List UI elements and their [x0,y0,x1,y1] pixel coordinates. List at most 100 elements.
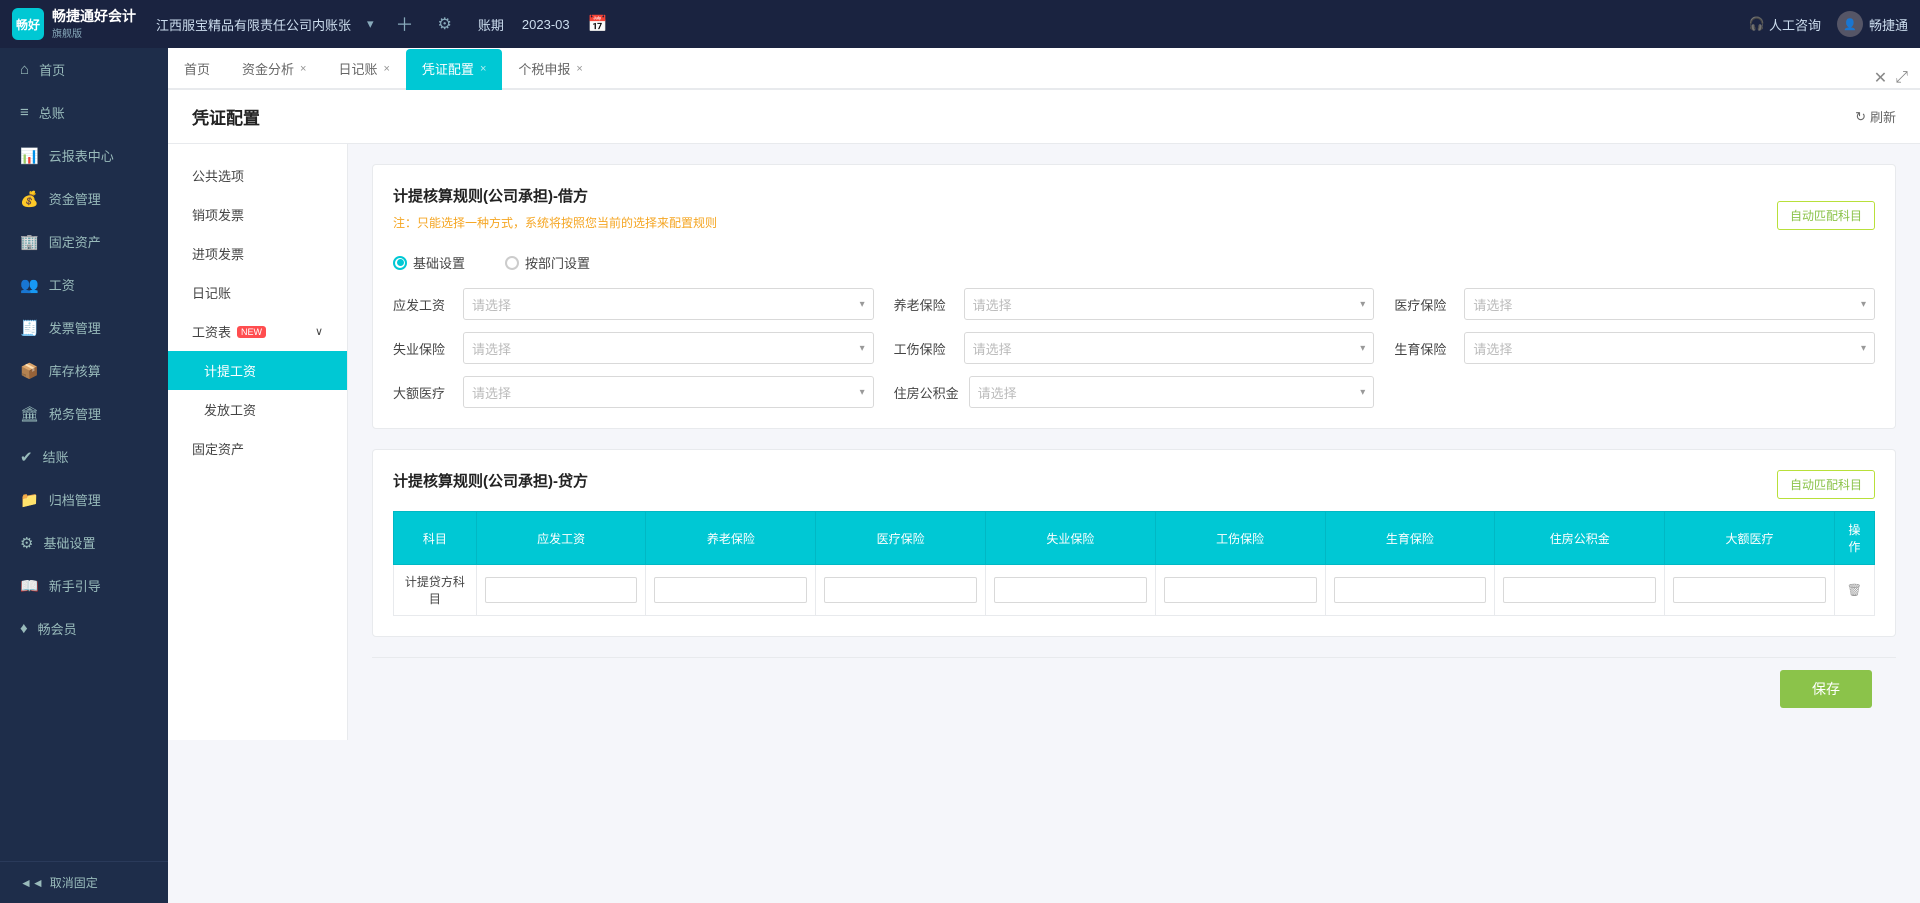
nav-item-accrual-salary-label: 计提工资 [204,361,256,380]
sidebar-item-reports[interactable]: 📊 云报表中心 [0,134,168,177]
debit-auto-match-button[interactable]: 自动匹配科目 [1777,201,1875,230]
pension-label: 养老保险 [894,295,954,314]
table-header-row: 科目 应发工资 养老保险 医疗保险 失业保险 工伤保险 生育保险 住房公积金 大… [394,512,1875,565]
radio-dept-setup[interactable]: 按部门设置 [505,253,590,272]
nav-item-purchase-invoice[interactable]: 进项发票 [168,234,347,273]
maternity-select[interactable]: 请选择 ▾ [1464,332,1875,364]
cancel-fixed-icon: ◄◄ [20,876,44,890]
gross-salary-select[interactable]: 请选择 ▾ [463,288,874,320]
sidebar-item-guide[interactable]: 📖 新手引导 [0,564,168,607]
input-medical[interactable] [824,577,977,603]
nav-item-journal[interactable]: 日记账 [168,273,347,312]
sidebar-item-ledger[interactable]: ≡ 总账 [0,91,168,134]
input-gross-salary[interactable] [485,577,638,603]
nav-item-sales-invoice-label: 销项发票 [192,205,244,224]
settings-icon[interactable]: ⚙ [438,14,452,34]
nav-item-pay-salary[interactable]: 发放工资 [168,390,347,429]
medical-select[interactable]: 请选择 ▾ [1464,288,1875,320]
tab-actions: ✕ ⤢ [1862,68,1920,88]
sidebar-item-archive[interactable]: 📁 归档管理 [0,478,168,521]
th-unemployment: 失业保险 [986,512,1156,565]
sidebar-item-tax[interactable]: 🏛 税务管理 [0,392,168,435]
save-button[interactable]: 保存 [1780,670,1872,708]
sidebar-item-member[interactable]: ♦ 畅会员 [0,607,168,650]
sidebar-item-assets[interactable]: 🏢 固定资产 [0,220,168,263]
tab-journal[interactable]: 日记账 × [322,49,405,90]
period-label: 账期 [478,15,504,34]
avatar: 👤 [1837,11,1863,37]
nav-item-fixed-assets[interactable]: 固定资产 [168,429,347,468]
injury-label: 工伤保险 [894,339,954,358]
refresh-button[interactable]: ↻ 刷新 [1855,107,1896,126]
injury-select[interactable]: 请选择 ▾ [964,332,1375,364]
sidebar-item-inventory[interactable]: 📦 库存核算 [0,349,168,392]
add-account-button[interactable]: ＋ [396,11,414,37]
user-menu[interactable]: 👤 畅捷通 [1837,11,1908,37]
input-housing-fund[interactable] [1503,577,1656,603]
home-icon: ⌂ [20,61,29,78]
sidebar-item-funds[interactable]: 💰 资金管理 [0,177,168,220]
input-unemployment[interactable] [994,577,1147,603]
tab-funds[interactable]: 资金分析 × [226,49,322,90]
th-actions: 操作 [1834,512,1874,565]
pension-arrow: ▾ [1360,299,1365,310]
sidebar-item-home[interactable]: ⌂ 首页 [0,48,168,91]
nav-item-accrual-salary[interactable]: 计提工资 [168,351,347,390]
tab-voucher-close[interactable]: × [480,63,486,75]
nav-item-fixed-assets-label: 固定资产 [192,439,244,458]
large-medical-arrow: ▾ [860,387,865,398]
tab-home[interactable]: 首页 [168,49,226,90]
nav-item-salary-table[interactable]: 工资表 NEW ∨ [168,312,347,351]
delete-icon[interactable]: 🗑 [1847,583,1862,597]
pension-select[interactable]: 请选择 ▾ [964,288,1375,320]
medical-label: 医疗保险 [1394,295,1454,314]
service-button[interactable]: 🎧 人工咨询 [1749,15,1821,34]
nav-item-journal-label: 日记账 [192,283,231,302]
company-dropdown-arrow[interactable]: ▾ [367,16,374,32]
sidebar-item-label: 新手引导 [49,576,101,595]
sidebar-item-label: 税务管理 [49,404,101,423]
calendar-icon[interactable]: 📅 [588,14,608,34]
large-medical-select[interactable]: 请选择 ▾ [463,376,874,408]
credit-auto-match-button[interactable]: 自动匹配科目 [1777,470,1875,499]
tab-tax[interactable]: 个税申报 × [502,49,598,90]
nav-item-sales-invoice[interactable]: 销项发票 [168,195,347,234]
tab-tax-close[interactable]: × [576,63,582,75]
sidebar-item-invoice[interactable]: 🧾 发票管理 [0,306,168,349]
tab-journal-close[interactable]: × [383,63,389,75]
sidebar-item-checkout[interactable]: ✔ 结账 [0,435,168,478]
invoice-icon: 🧾 [20,319,39,337]
th-injury: 工伤保险 [1155,512,1325,565]
housing-fund-select[interactable]: 请选择 ▾ [969,376,1375,408]
save-bar: 保存 [372,657,1896,720]
sidebar-item-label: 云报表中心 [49,146,114,165]
input-injury[interactable] [1164,577,1317,603]
cell-injury [1155,565,1325,616]
table-row: 计提贷方科目 🗑 [394,565,1875,616]
nav-expand-arrow: ∨ [315,325,323,338]
cancel-fixed-button[interactable]: ◄◄ 取消固定 [0,861,168,903]
form-item-housing-fund: 住房公积金 请选择 ▾ [894,376,1375,408]
cell-delete: 🗑 [1834,565,1874,616]
radio-basic-setup[interactable]: 基础设置 [393,253,465,272]
gross-salary-placeholder: 请选择 [472,295,511,314]
input-maternity[interactable] [1334,577,1487,603]
nav-item-pay-salary-label: 发放工资 [204,400,256,419]
tab-close-window-icon[interactable]: ✕ [1874,68,1887,88]
page-header: 凭证配置 ↻ 刷新 [168,90,1920,144]
sidebar-item-salary[interactable]: 👥 工资 [0,263,168,306]
nav-item-public[interactable]: 公共选项 [168,156,347,195]
tab-funds-close[interactable]: × [300,63,306,75]
input-pension[interactable] [654,577,807,603]
radio-dept-circle [505,256,519,270]
unemployment-select[interactable]: 请选择 ▾ [463,332,874,364]
sidebar-item-settings[interactable]: ⚙ 基础设置 [0,521,168,564]
ledger-icon: ≡ [20,104,29,121]
page-content: 凭证配置 ↻ 刷新 公共选项 销项发票 进项发票 [168,90,1920,903]
form-item-unemployment: 失业保险 请选择 ▾ [393,332,874,364]
tab-voucher[interactable]: 凭证配置 × [406,49,502,90]
tab-expand-icon[interactable]: ⤢ [1895,69,1908,87]
sidebar-item-label: 归档管理 [49,490,101,509]
input-large-medical[interactable] [1673,577,1826,603]
large-medical-placeholder: 请选择 [472,383,511,402]
